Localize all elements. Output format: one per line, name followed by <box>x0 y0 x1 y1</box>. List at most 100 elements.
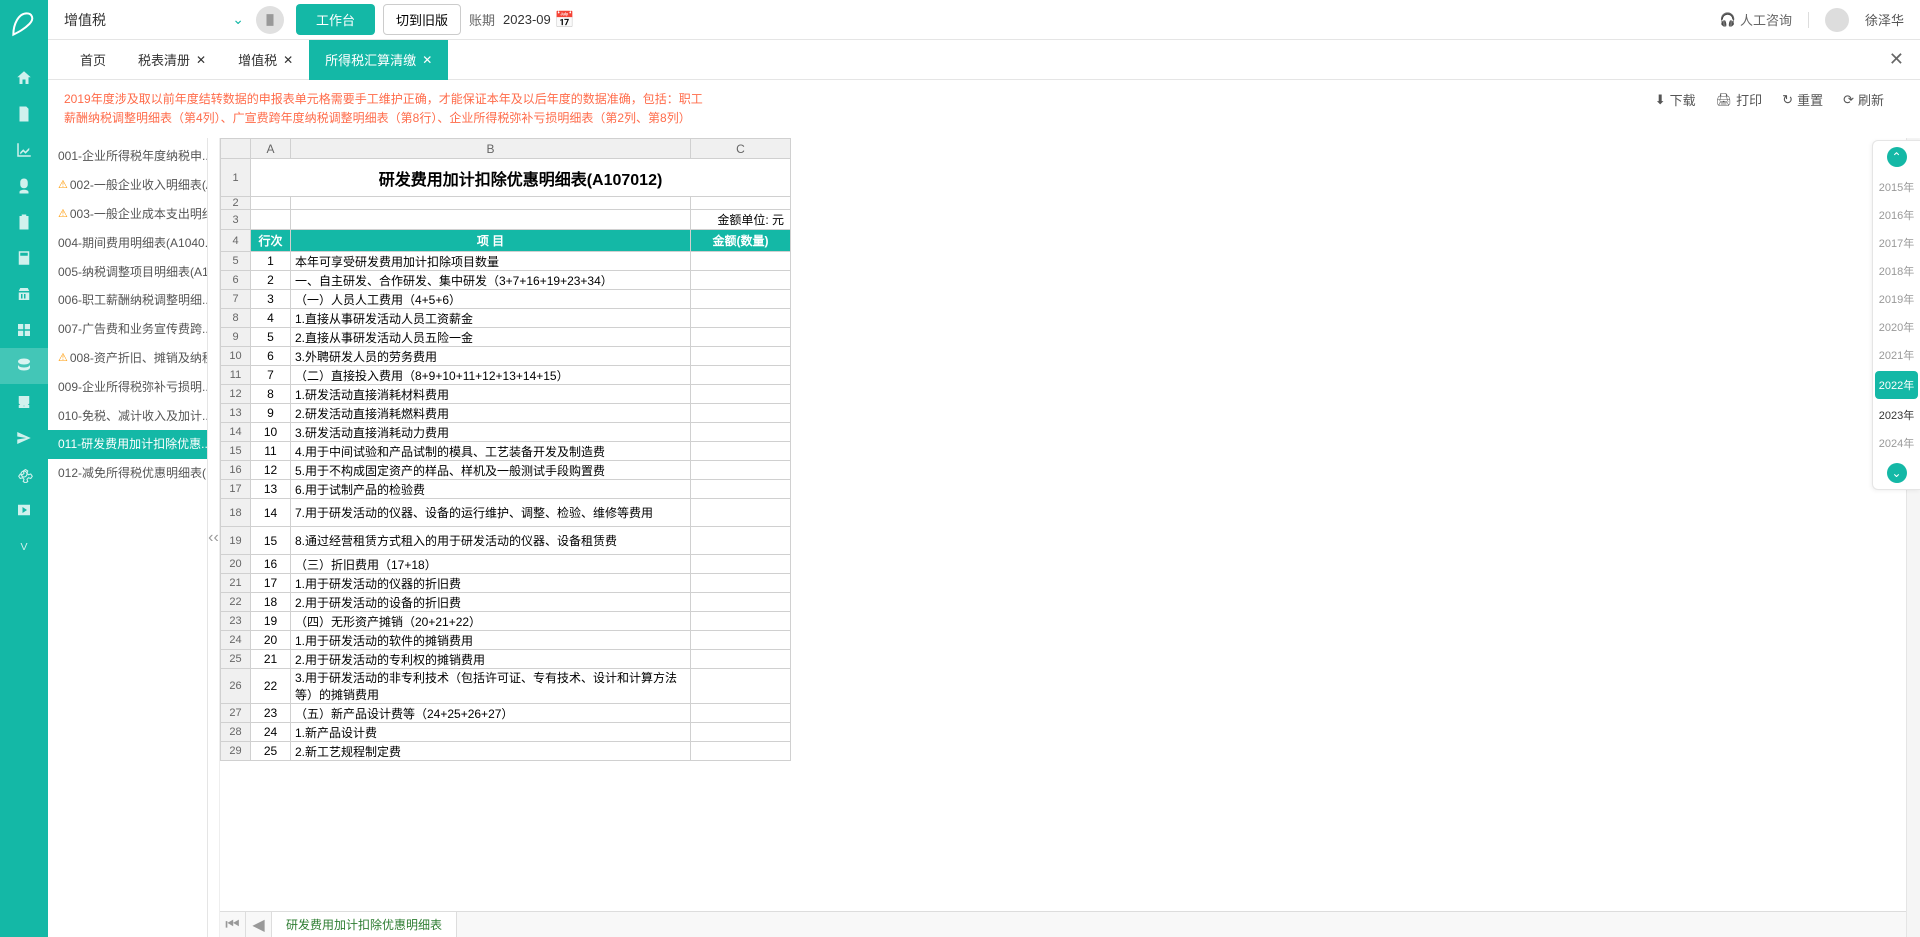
table-cell-amount[interactable] <box>691 574 791 593</box>
form-list-item[interactable]: 010-免税、减计收入及加计... <box>48 402 207 431</box>
table-cell-item[interactable]: 2.用于研发活动的设备的折旧费 <box>291 593 691 612</box>
year-button[interactable]: 2018年 <box>1873 257 1920 285</box>
table-cell-amount[interactable] <box>691 723 791 742</box>
year-button[interactable]: 2019年 <box>1873 285 1920 313</box>
table-cell-seq[interactable]: 24 <box>251 723 291 742</box>
table-cell-amount[interactable] <box>691 385 791 404</box>
table-cell-amount[interactable] <box>691 442 791 461</box>
year-button[interactable]: 2022年 <box>1875 371 1918 399</box>
collapse-handle[interactable]: ‹‹ <box>208 138 220 937</box>
table-cell-seq[interactable]: 22 <box>251 669 291 704</box>
year-button[interactable]: 2024年 <box>1873 429 1920 457</box>
table-cell-seq[interactable]: 8 <box>251 385 291 404</box>
table-cell-amount[interactable] <box>691 347 791 366</box>
table-cell-amount[interactable] <box>691 527 791 555</box>
table-cell-item[interactable]: 6.用于试制产品的检验费 <box>291 480 691 499</box>
table-cell-item[interactable]: （三）折旧费用（17+18） <box>291 555 691 574</box>
table-cell-item[interactable]: 5.用于不构成固定资产的样品、样机及一般测试手段购置费 <box>291 461 691 480</box>
table-cell-item[interactable]: 3.研发活动直接消耗动力费用 <box>291 423 691 442</box>
table-cell-item[interactable]: 3.外聘研发人员的劳务费用 <box>291 347 691 366</box>
table-cell-item[interactable]: 2.用于研发活动的专利权的摊销费用 <box>291 650 691 669</box>
table-cell-item[interactable]: 4.用于中间试验和产品试制的模具、工艺装备开发及制造费 <box>291 442 691 461</box>
close-icon[interactable]: ✕ <box>196 53 206 67</box>
table-cell-item[interactable]: 7.用于研发活动的仪器、设备的运行维护、调整、检验、维修等费用 <box>291 499 691 527</box>
table-cell-amount[interactable] <box>691 612 791 631</box>
table-cell-seq[interactable]: 1 <box>251 252 291 271</box>
column-header[interactable]: B <box>291 139 691 159</box>
table-cell-amount[interactable] <box>691 499 791 527</box>
table-cell-seq[interactable]: 11 <box>251 442 291 461</box>
year-button[interactable]: 2020年 <box>1873 313 1920 341</box>
table-cell-seq[interactable]: 10 <box>251 423 291 442</box>
reset-button[interactable]: ↻ 重置 <box>1782 90 1823 109</box>
table-cell-seq[interactable]: 20 <box>251 631 291 650</box>
table-cell-amount[interactable] <box>691 669 791 704</box>
nav-clipboard-icon[interactable] <box>0 204 48 240</box>
form-list-item[interactable]: ⚠002-一般企业收入明细表(A... <box>48 171 207 200</box>
nav-tax-icon[interactable] <box>0 348 48 384</box>
close-icon[interactable]: ✕ <box>283 53 293 67</box>
table-cell-seq[interactable]: 3 <box>251 290 291 309</box>
sheet-tab[interactable]: 研发费用加计扣除优惠明细表 <box>272 912 457 937</box>
user-avatar[interactable] <box>1825 8 1849 32</box>
table-cell-seq[interactable]: 9 <box>251 404 291 423</box>
form-list-item[interactable]: 001-企业所得税年度纳税申... <box>48 142 207 171</box>
table-cell-seq[interactable]: 15 <box>251 527 291 555</box>
table-cell-item[interactable]: 1.研发活动直接消耗材料费用 <box>291 385 691 404</box>
year-up-icon[interactable]: ⌃ <box>1887 147 1907 167</box>
table-cell-seq[interactable]: 7 <box>251 366 291 385</box>
table-cell-seq[interactable]: 14 <box>251 499 291 527</box>
table-cell-item[interactable]: 1.用于研发活动的仪器的折旧费 <box>291 574 691 593</box>
table-cell-item[interactable]: 2.新工艺规程制定费 <box>291 742 691 761</box>
table-cell-seq[interactable]: 12 <box>251 461 291 480</box>
nav-calc-icon[interactable] <box>0 240 48 276</box>
tab-增值税[interactable]: 增值税✕ <box>222 40 309 80</box>
switch-old-button[interactable]: 切到旧版 <box>383 4 461 35</box>
table-cell-item[interactable]: （二）直接投入费用（8+9+10+11+12+13+14+15） <box>291 366 691 385</box>
support-link[interactable]: 🎧人工咨询 <box>1720 10 1792 29</box>
refresh-button[interactable]: ⟳ 刷新 <box>1843 90 1884 109</box>
table-cell-seq[interactable]: 17 <box>251 574 291 593</box>
tab-首页[interactable]: 首页 <box>64 40 122 80</box>
download-button[interactable]: ⬇ 下载 <box>1655 90 1696 109</box>
nav-chart-icon[interactable] <box>0 132 48 168</box>
table-cell-item[interactable]: （五）新产品设计费等（24+25+26+27） <box>291 704 691 723</box>
form-list-item[interactable]: ⚠008-资产折旧、摊销及纳税... <box>48 344 207 373</box>
table-cell-seq[interactable]: 25 <box>251 742 291 761</box>
nav-v-icon[interactable]: V <box>0 528 48 564</box>
sheet-scroll[interactable]: ABC1研发费用加计扣除优惠明细表(A107012)23金额单位: 元4行次项 … <box>220 138 1906 911</box>
table-cell-amount[interactable] <box>691 555 791 574</box>
form-list-item[interactable]: 009-企业所得税弥补亏损明... <box>48 373 207 402</box>
company-dropdown[interactable]: 增值税 ⌄ <box>64 10 244 30</box>
table-cell-seq[interactable]: 13 <box>251 480 291 499</box>
table-cell-amount[interactable] <box>691 271 791 290</box>
sheet-first-icon[interactable]: ⏮ <box>220 912 246 937</box>
nav-settings-icon[interactable] <box>0 456 48 492</box>
form-list-item[interactable]: 005-纳税调整项目明细表(A1... <box>48 258 207 287</box>
year-button[interactable]: 2023年 <box>1873 401 1920 429</box>
table-cell-amount[interactable] <box>691 461 791 480</box>
table-cell-item[interactable]: 3.用于研发活动的非专利技术（包括许可证、专有技术、设计和计算方法等）的摊销费用 <box>291 669 691 704</box>
table-cell-item[interactable]: 一、自主研发、合作研发、集中研发（3+7+16+19+23+34） <box>291 271 691 290</box>
nav-template-icon[interactable] <box>0 276 48 312</box>
table-cell-item[interactable]: 1.新产品设计费 <box>291 723 691 742</box>
workspace-button[interactable]: 工作台 <box>296 4 375 35</box>
table-cell-item[interactable]: 8.通过经营租赁方式租入的用于研发活动的仪器、设备租赁费 <box>291 527 691 555</box>
table-cell-seq[interactable]: 16 <box>251 555 291 574</box>
table-cell-seq[interactable]: 4 <box>251 309 291 328</box>
close-icon[interactable]: ✕ <box>422 53 432 67</box>
table-cell-amount[interactable] <box>691 650 791 669</box>
year-button[interactable]: 2016年 <box>1873 201 1920 229</box>
table-cell-seq[interactable]: 2 <box>251 271 291 290</box>
nav-money-icon[interactable] <box>0 168 48 204</box>
table-cell-amount[interactable] <box>691 252 791 271</box>
table-cell-seq[interactable]: 6 <box>251 347 291 366</box>
table-cell-amount[interactable] <box>691 309 791 328</box>
table-cell-seq[interactable]: 23 <box>251 704 291 723</box>
table-cell-amount[interactable] <box>691 366 791 385</box>
sheet-prev-icon[interactable]: ◀ <box>246 912 272 937</box>
year-button[interactable]: 2015年 <box>1873 173 1920 201</box>
table-cell-seq[interactable]: 5 <box>251 328 291 347</box>
close-all-tabs-icon[interactable]: ✕ <box>1889 49 1904 70</box>
table-cell-amount[interactable] <box>691 631 791 650</box>
